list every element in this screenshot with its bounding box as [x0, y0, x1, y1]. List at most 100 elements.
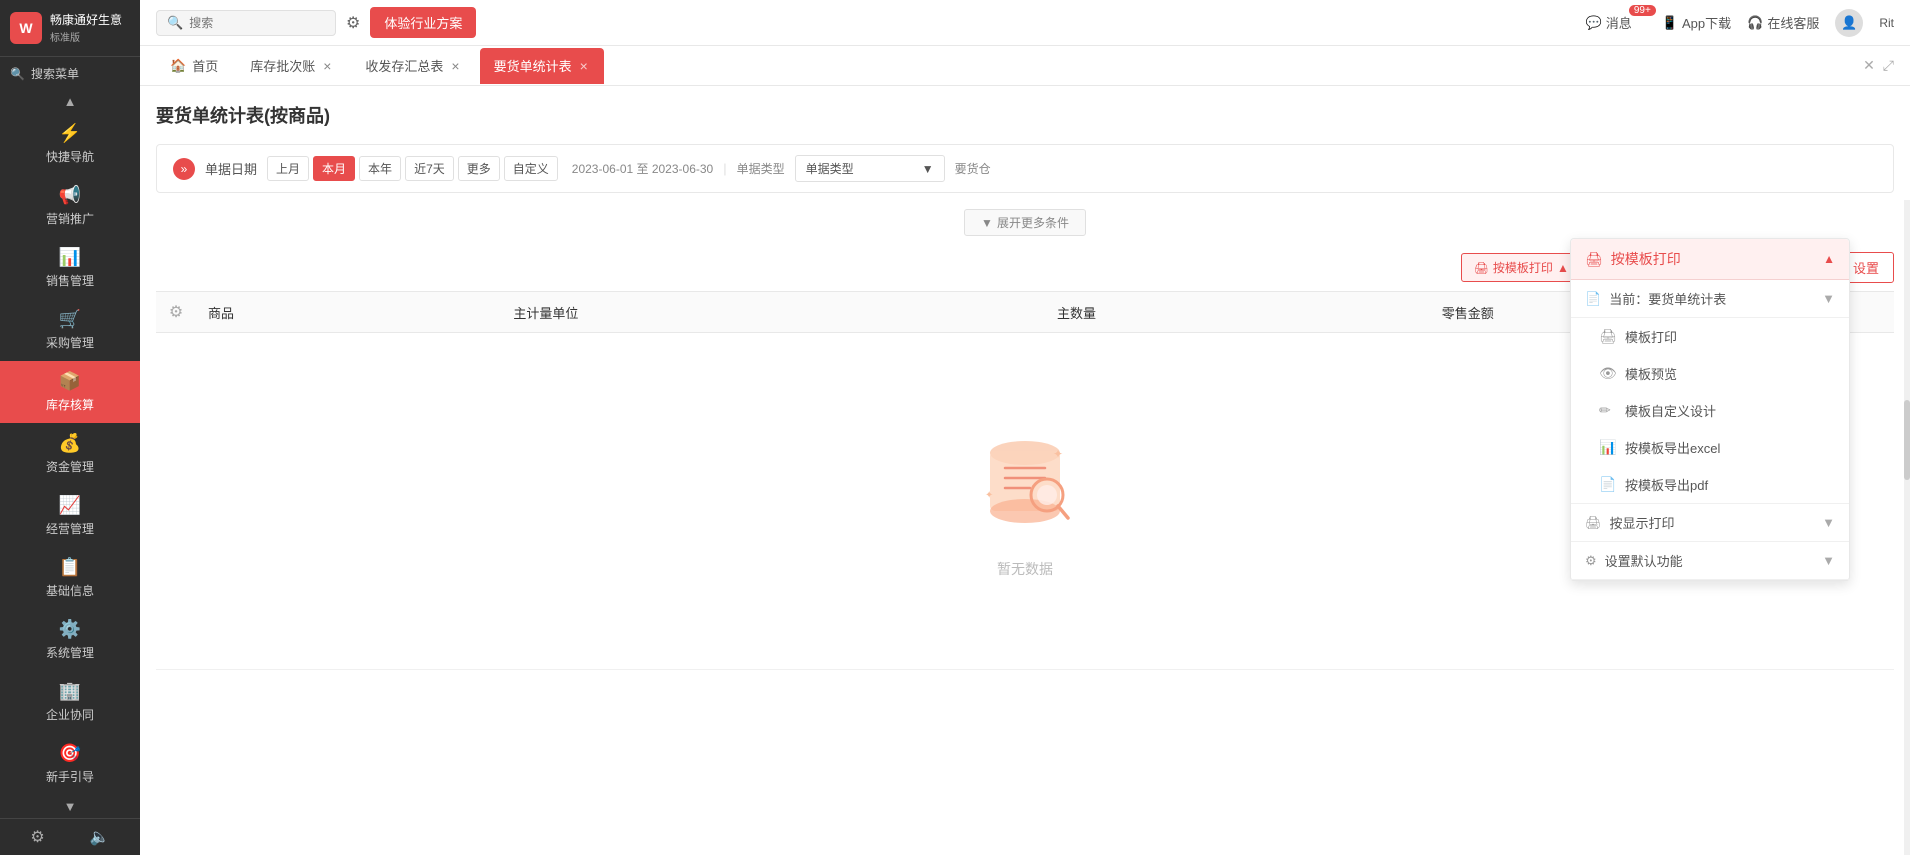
dropdown-current-template[interactable]: 📄 当前：要货单统计表 ▼	[1571, 280, 1849, 317]
tab-home[interactable]: 🏠 首页	[156, 48, 232, 84]
dropdown-template-items: 🖨 模板打印 👁 模板预览 ✏ 模板自定义设计 📊 按模板导出excel 📄	[1571, 318, 1849, 504]
date-btn-more[interactable]: 更多	[458, 156, 500, 181]
table-header-unit: 主计量单位	[501, 292, 1045, 333]
tab-inventory-batch-close[interactable]: ×	[321, 59, 333, 73]
template-custom-icon: ✏	[1599, 402, 1617, 419]
sidebar-item-purchase[interactable]: 🛒 采购管理	[0, 299, 140, 361]
system-icon: ⚙️	[59, 619, 81, 640]
sidebar-item-inventory[interactable]: 📦 库存核算	[0, 361, 140, 423]
date-btn-custom[interactable]: 自定义	[504, 156, 558, 181]
expand-more-bar: ▼ 展开更多条件	[156, 203, 1894, 242]
tab-receipt-summary-close[interactable]: ×	[449, 59, 461, 73]
filter-toggle-button[interactable]: »	[173, 158, 195, 180]
sidebar-item-quick-nav[interactable]: ⚡ 快捷导航	[0, 113, 140, 175]
tab-order-summary-label: 要货单统计表	[494, 56, 572, 75]
tab-home-label: 首页	[192, 56, 218, 75]
dropdown-display-print-section: 🖨 按显示打印 ▼	[1571, 504, 1849, 542]
dropdown-item-template-print[interactable]: 🖨 模板打印	[1571, 318, 1849, 355]
print-chevron-icon: ▲	[1557, 261, 1569, 275]
tab-order-summary[interactable]: 要货单统计表 ×	[480, 48, 604, 84]
tabs-bar: 🏠 首页 库存批次账 × 收发存汇总表 × 要货单统计表 × ✕ ⤢	[140, 46, 1910, 86]
dropdown-title: 按模板打印	[1611, 249, 1681, 269]
date-btn-this-month[interactable]: 本月	[313, 156, 355, 181]
template-export-excel-icon: 📊	[1599, 439, 1617, 456]
sidebar-item-marketing[interactable]: 📢 营销推广	[0, 175, 140, 237]
topbar: 🔍 ⚙ 体验行业方案 💬 消息 99+ 📱 App下载 🎧 在线客服 👤 Ri	[140, 0, 1910, 46]
avatar[interactable]: 👤	[1835, 9, 1863, 37]
sidebar-item-sales[interactable]: 📊 销售管理	[0, 237, 140, 299]
username-label[interactable]: Rit	[1879, 16, 1894, 30]
enterprise-icon: 🏢	[59, 681, 81, 702]
current-template-icon: 📄	[1585, 291, 1601, 307]
guide-label: 新手引导	[46, 768, 94, 785]
template-custom-label: 模板自定义设计	[1625, 401, 1716, 420]
filter-divider1: |	[723, 161, 726, 176]
date-btn-last-month[interactable]: 上月	[267, 156, 309, 181]
template-preview-label: 模板预览	[1625, 364, 1677, 383]
date-btn-7days[interactable]: 近7天	[405, 156, 454, 181]
avatar-icon: 👤	[1841, 15, 1857, 31]
date-range-display: 2023-06-01 至 2023-06-30	[572, 160, 713, 177]
sidebar-settings-icon[interactable]: ⚙	[30, 827, 44, 847]
dropdown-item-template-export-pdf[interactable]: 📄 按模板导出pdf	[1571, 466, 1849, 503]
dropdown-item-template-custom[interactable]: ✏ 模板自定义设计	[1571, 392, 1849, 429]
current-template-chevron: ▼	[1822, 291, 1835, 306]
sidebar-item-enterprise[interactable]: 🏢 企业协同	[0, 671, 140, 733]
content-area: 要货单统计表(按商品) » 单据日期 上月 本月 本年 近7天 更多 自定义 2…	[140, 86, 1910, 855]
print-label: 按模板打印	[1493, 259, 1553, 276]
print-template-button[interactable]: 🖨 按模板打印 ▲	[1461, 253, 1582, 282]
tab-receipt-summary[interactable]: 收发存汇总表 ×	[351, 48, 475, 84]
sidebar-scroll-up[interactable]: ▲	[0, 90, 140, 113]
search-input[interactable]	[189, 16, 309, 30]
right-scrollbar[interactable]	[1904, 200, 1910, 855]
app-download-label: App下载	[1682, 13, 1731, 32]
online-service-label: 在线客服	[1767, 13, 1819, 32]
topbar-search-box[interactable]: 🔍	[156, 10, 336, 36]
dropdown-display-print[interactable]: 🖨 按显示打印 ▼	[1571, 504, 1849, 541]
order-type-chevron-icon: ▼	[922, 162, 934, 176]
trial-button[interactable]: 体验行业方案	[370, 7, 476, 38]
sidebar-scroll-down[interactable]: ▼	[0, 795, 140, 818]
sidebar-item-operations[interactable]: 📈 经营管理	[0, 485, 140, 547]
dropdown-header[interactable]: 🖨 按模板打印 ▲	[1571, 239, 1849, 280]
purchase-icon: 🛒	[59, 309, 81, 330]
default-func-chevron: ▼	[1822, 553, 1835, 568]
display-print-chevron: ▼	[1822, 515, 1835, 530]
sidebar-search[interactable]: 🔍 搜索菜单	[0, 57, 140, 90]
app-download-button[interactable]: 📱 App下载	[1662, 13, 1731, 32]
quick-nav-icon: ⚡	[59, 123, 81, 144]
expand-more-button[interactable]: ▼ 展开更多条件	[964, 209, 1086, 236]
display-print-icon: 🖨	[1585, 515, 1602, 531]
sidebar-audio-icon[interactable]: 🔈	[90, 827, 110, 847]
template-export-pdf-icon: 📄	[1599, 476, 1617, 493]
tab-inventory-batch[interactable]: 库存批次账 ×	[236, 48, 347, 84]
table-settings-icon[interactable]: ⚙	[169, 304, 183, 321]
sidebar-item-basic-info[interactable]: 📋 基础信息	[0, 547, 140, 609]
dropdown-print-icon: 🖨	[1585, 251, 1603, 268]
dropdown-item-template-preview[interactable]: 👁 模板预览	[1571, 355, 1849, 392]
dropdown-chevron-icon: ▲	[1823, 252, 1835, 266]
operations-icon: 📈	[59, 495, 81, 516]
sidebar-item-guide[interactable]: 🎯 新手引导	[0, 733, 140, 795]
display-print-label: 按显示打印	[1610, 513, 1675, 532]
empty-text: 暂无数据	[997, 559, 1053, 579]
topbar-gear-icon[interactable]: ⚙	[346, 13, 360, 33]
sidebar-bottom: ⚙ 🔈	[0, 818, 140, 855]
dropdown-item-template-export-excel[interactable]: 📊 按模板导出excel	[1571, 429, 1849, 466]
online-service-button[interactable]: 🎧 在线客服	[1747, 13, 1819, 32]
sidebar-item-finance[interactable]: 💰 资金管理	[0, 423, 140, 485]
maximize-window-icon[interactable]: ⤢	[1883, 57, 1894, 74]
close-window-icon[interactable]: ✕	[1863, 57, 1875, 74]
order-type-select[interactable]: 单据类型 ▼	[795, 155, 945, 182]
table-header-settings: ⚙	[156, 292, 196, 333]
message-icon: 💬	[1586, 15, 1602, 31]
tab-order-summary-close[interactable]: ×	[578, 59, 590, 73]
sidebar-item-system[interactable]: ⚙️ 系统管理	[0, 609, 140, 671]
dropdown-default-func[interactable]: ⚙ 设置默认功能 ▼	[1571, 542, 1849, 579]
messages-button[interactable]: 💬 消息 99+	[1586, 13, 1646, 32]
app-name: 畅康通好生意	[50, 12, 122, 29]
expand-more-icon: ▼	[981, 216, 993, 230]
date-btn-this-year[interactable]: 本年	[359, 156, 401, 181]
app-logo[interactable]: W 畅康通好生意 标准版	[0, 0, 140, 57]
template-print-icon: 🖨	[1599, 328, 1617, 345]
